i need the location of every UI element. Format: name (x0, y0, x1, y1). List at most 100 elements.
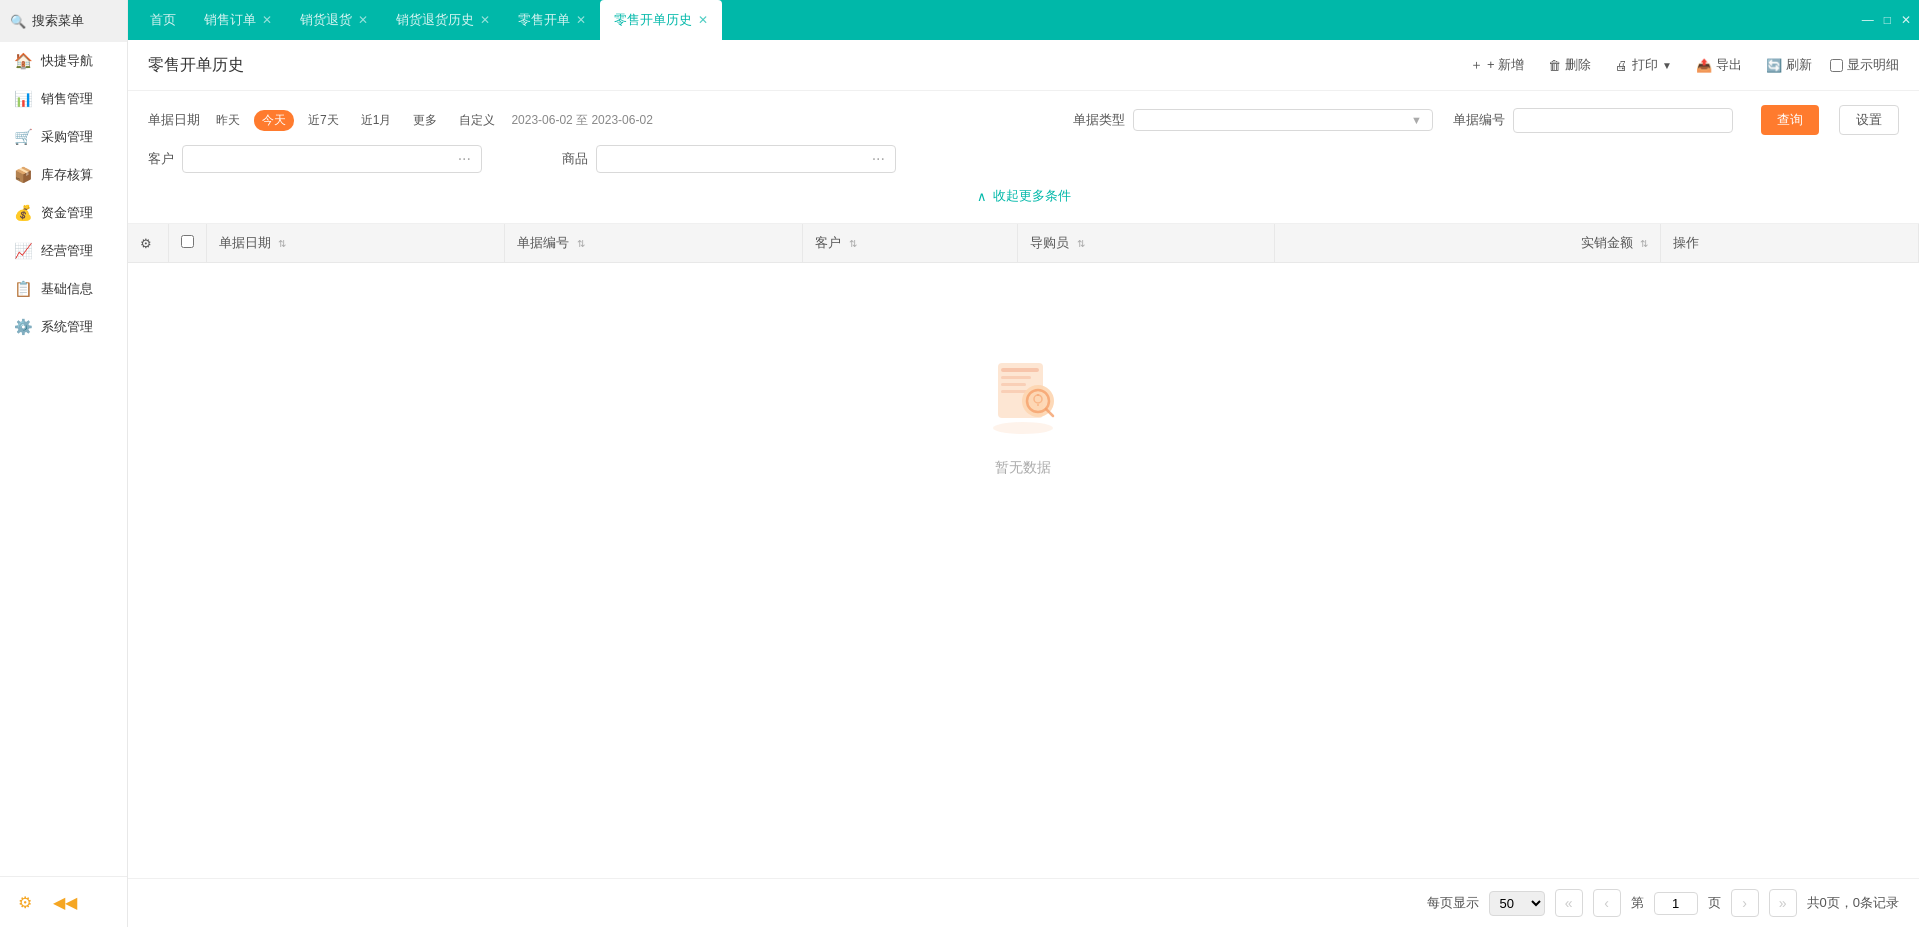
th-setting[interactable]: ⚙ (128, 224, 168, 263)
sidebar-item-operations[interactable]: 📈经营管理 (0, 232, 127, 270)
empty-state: 暂无数据 (128, 263, 1919, 557)
sidebar-icon-basic-info: 📋 (14, 280, 33, 298)
settings-button[interactable]: 设置 (1839, 105, 1899, 135)
prev-page-btn[interactable]: ‹ (1593, 889, 1621, 917)
date-option-昨天[interactable]: 昨天 (208, 110, 248, 131)
page-title: 零售开单历史 (148, 55, 1464, 76)
sidebar-label-purchase-mgmt: 采购管理 (41, 128, 93, 146)
page-size-select[interactable]: 50 10 20 100 (1489, 891, 1545, 916)
svg-rect-3 (1001, 376, 1031, 379)
minimize-btn[interactable]: — (1862, 13, 1874, 27)
collapse-bar[interactable]: ∧ 收起更多条件 (148, 183, 1899, 209)
delete-button[interactable]: 🗑 删除 (1542, 52, 1597, 78)
tab-close-retail-open-history[interactable]: ✕ (698, 13, 708, 27)
th-customer[interactable]: 客户 ⇅ (803, 224, 1018, 263)
table-header: ⚙ 单据日期 ⇅ 单据编号 ⇅ 客户 (128, 224, 1919, 263)
delete-icon: 🗑 (1548, 58, 1561, 73)
tab-sales-return-history[interactable]: 销货退货历史 ✕ (382, 0, 504, 40)
sidebar-item-sales-mgmt[interactable]: 📊 销售管理 (0, 80, 127, 118)
th-checkbox[interactable] (168, 224, 206, 263)
sidebar-icon-sales-mgmt: 📊 (14, 90, 33, 108)
select-all-checkbox[interactable] (181, 235, 194, 248)
table-header-row: ⚙ 单据日期 ⇅ 单据编号 ⇅ 客户 (128, 224, 1919, 263)
page-unit: 页 (1708, 894, 1721, 912)
pagination-bar: 每页显示 50 10 20 100 « ‹ 第 页 › » 共0页，0条记录 (128, 878, 1919, 927)
last-page-btn[interactable]: » (1769, 889, 1797, 917)
query-button[interactable]: 查询 (1761, 105, 1819, 135)
tab-label-home: 首页 (150, 11, 176, 29)
customer-filter: 客户 ··· (148, 145, 482, 173)
tab-retail-open-history[interactable]: 零售开单历史✕ (600, 0, 722, 40)
show-detail-input[interactable] (1830, 59, 1843, 72)
chevron-up-icon: ∧ (977, 189, 987, 204)
th-salesperson[interactable]: 导购员 ⇅ (1018, 224, 1275, 263)
date-filter: 单据日期 昨天今天近7天近1月更多自定义 2023-06-02 至 2023-0… (148, 110, 653, 131)
sidebar-label-operations: 经营管理 (41, 242, 93, 260)
tab-close-sales-return-history[interactable]: ✕ (480, 13, 490, 27)
sidebar-icon-inventory: 📦 (14, 166, 33, 184)
sidebar-item-purchase-mgmt[interactable]: 🛒采购管理 (0, 118, 127, 156)
sidebar-label-quick-nav: 快捷导航 (41, 52, 93, 70)
tab-close-sales-order[interactable]: ✕ (262, 13, 272, 27)
date-filter-label: 单据日期 (148, 111, 200, 129)
refresh-button[interactable]: 🔄 刷新 (1760, 52, 1818, 78)
date-option-今天[interactable]: 今天 (254, 110, 294, 131)
empty-text: 暂无数据 (995, 459, 1051, 477)
show-detail-checkbox[interactable]: 显示明细 (1830, 56, 1899, 74)
date-option-自定义[interactable]: 自定义 (451, 110, 503, 131)
page-size-label: 每页显示 (1427, 894, 1479, 912)
sidebar-label-sales-mgmt: 销售管理 (41, 90, 93, 108)
refresh-label: 刷新 (1786, 56, 1812, 74)
print-icon: 🖨 (1615, 58, 1628, 73)
customer-input-wrap[interactable]: ··· (182, 145, 482, 173)
sidebar-item-inventory[interactable]: 📦库存核算 (0, 156, 127, 194)
tab-sales-order[interactable]: 销售订单✕ (190, 0, 286, 40)
tab-sales-return[interactable]: 销货退货 ✕ (286, 0, 382, 40)
doc-type-select[interactable]: ▼ (1133, 109, 1433, 131)
total-records: 共0页，0条记录 (1807, 894, 1899, 912)
tab-label-sales-return-history: 销货退货历史 (396, 11, 474, 29)
first-page-btn[interactable]: « (1555, 889, 1583, 917)
print-chevron-icon: ▼ (1662, 60, 1672, 71)
sidebar-item-system[interactable]: ⚙️系统管理 (0, 308, 127, 346)
tab-label-retail-open: 零售开单 (518, 11, 570, 29)
th-amount[interactable]: 实销金额 ⇅ (1274, 224, 1661, 263)
export-icon: 📤 (1696, 58, 1712, 73)
date-option-近7天[interactable]: 近7天 (300, 110, 347, 131)
export-label: 导出 (1716, 56, 1742, 74)
maximize-btn[interactable]: □ (1884, 13, 1891, 27)
table-body: 暂无数据 (128, 263, 1919, 558)
add-button[interactable]: ＋ + 新增 (1464, 52, 1530, 78)
content-area: 零售开单历史 ＋ + 新增 🗑 删除 🖨 打印 ▼ 📤 导出 (128, 40, 1919, 927)
print-button[interactable]: 🖨 打印 ▼ (1609, 52, 1678, 78)
settings-gear-btn[interactable]: ⚙ (10, 887, 40, 917)
export-button[interactable]: 📤 导出 (1690, 52, 1748, 78)
tab-home[interactable]: 首页 (136, 0, 190, 40)
customer-dots-icon: ··· (458, 150, 471, 168)
delete-label: 删除 (1565, 56, 1591, 74)
date-option-更多[interactable]: 更多 (405, 110, 445, 131)
page-number-input[interactable] (1654, 892, 1698, 915)
th-date[interactable]: 单据日期 ⇅ (206, 224, 504, 263)
tab-retail-open[interactable]: 零售开单 ✕ (504, 0, 600, 40)
sidebar-menu: 🏠快捷导航 📊 销售管理 🛒采购管理📦库存核算💰资金管理📈经营管理📋基础信息⚙️系统管… (0, 42, 127, 876)
sidebar-label-finance: 资金管理 (41, 204, 93, 222)
doc-type-label: 单据类型 (1073, 111, 1125, 129)
date-option-近1月[interactable]: 近1月 (353, 110, 400, 131)
sidebar-item-quick-nav[interactable]: 🏠快捷导航 (0, 42, 127, 80)
sidebar-search[interactable]: 🔍 搜索菜单 (0, 0, 127, 42)
next-page-btn[interactable]: › (1731, 889, 1759, 917)
sidebar-search-label: 搜索菜单 (32, 12, 84, 30)
filter-row-1: 单据日期 昨天今天近7天近1月更多自定义 2023-06-02 至 2023-0… (148, 105, 1899, 135)
goods-input-wrap[interactable]: ··· (596, 145, 896, 173)
sidebar-item-finance[interactable]: 💰资金管理 (0, 194, 127, 232)
th-doc-no[interactable]: 单据编号 ⇅ (504, 224, 802, 263)
tab-close-sales-return[interactable]: ✕ (358, 13, 368, 27)
close-btn[interactable]: ✕ (1901, 13, 1911, 27)
collapse-sidebar-btn[interactable]: ◀◀ (50, 887, 80, 917)
goods-dots-icon: ··· (872, 150, 885, 168)
doc-no-input[interactable] (1513, 108, 1733, 133)
sidebar-item-basic-info[interactable]: 📋基础信息 (0, 270, 127, 308)
tab-close-retail-open[interactable]: ✕ (576, 13, 586, 27)
tab-label-sales-return: 销货退货 (300, 11, 352, 29)
